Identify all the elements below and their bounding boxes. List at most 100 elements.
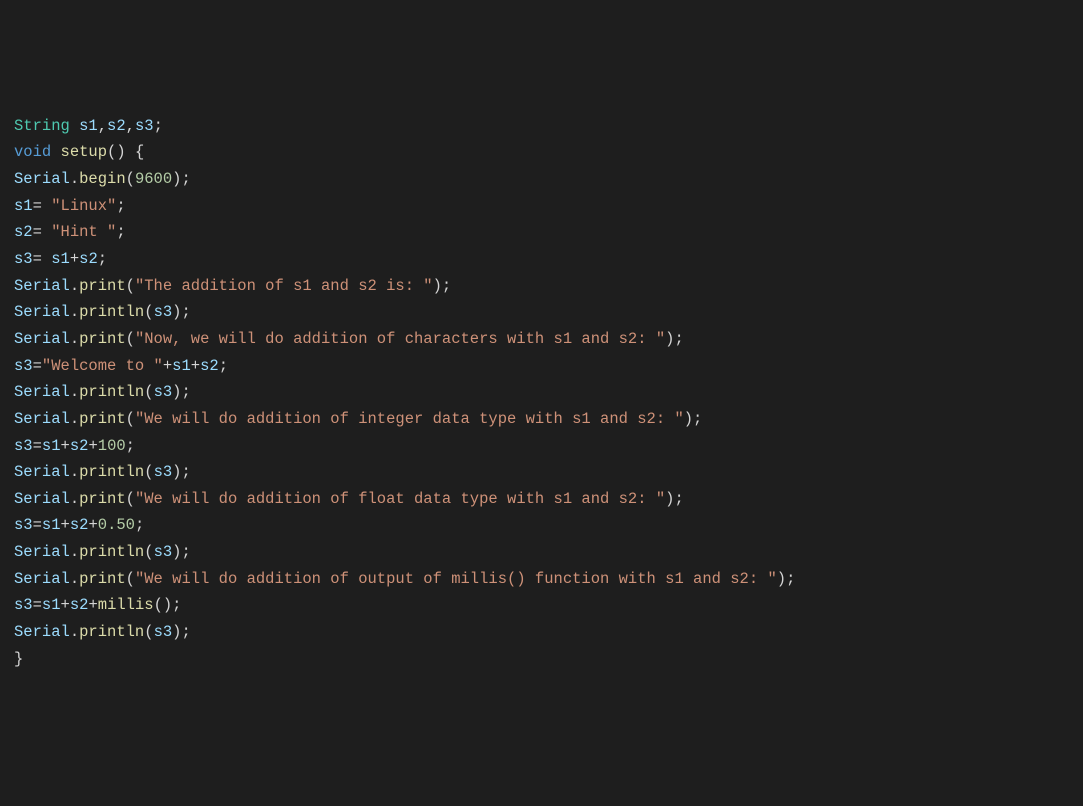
code-token: = <box>33 516 42 534</box>
code-token: void <box>14 143 51 161</box>
code-line[interactable]: } <box>14 646 1069 673</box>
code-token: println <box>79 623 144 641</box>
code-token: s1 <box>79 117 98 135</box>
code-token: . <box>70 490 79 508</box>
code-line[interactable]: Serial.print("The addition of s1 and s2 … <box>14 273 1069 300</box>
code-token: ; <box>135 516 144 534</box>
code-token: + <box>88 596 97 614</box>
code-token: s3 <box>14 250 33 268</box>
code-token: ( <box>144 623 153 641</box>
code-token: setup <box>61 143 108 161</box>
code-token: . <box>70 170 79 188</box>
code-token: ); <box>172 543 191 561</box>
code-token: ); <box>172 623 191 641</box>
code-line[interactable]: Serial.print("Now, we will do addition o… <box>14 326 1069 353</box>
code-token: s3 <box>14 357 33 375</box>
code-line[interactable]: s2= "Hint "; <box>14 219 1069 246</box>
code-line[interactable]: Serial.println(s3); <box>14 459 1069 486</box>
code-token: ( <box>126 410 135 428</box>
code-token: s3 <box>154 383 173 401</box>
code-token: Serial <box>14 570 70 588</box>
code-token: begin <box>79 170 126 188</box>
code-token: ); <box>172 170 191 188</box>
code-line[interactable]: Serial.println(s3); <box>14 299 1069 326</box>
code-token: = <box>33 596 42 614</box>
code-line[interactable]: s3=s1+s2+0.50; <box>14 512 1069 539</box>
code-token: s3 <box>14 437 33 455</box>
code-token: ; <box>98 250 107 268</box>
code-token: + <box>70 250 79 268</box>
code-token: s2 <box>70 516 89 534</box>
code-token: Serial <box>14 303 70 321</box>
code-line[interactable]: Serial.println(s3); <box>14 539 1069 566</box>
code-token: "Linux" <box>51 197 116 215</box>
code-token: s1 <box>42 596 61 614</box>
code-line[interactable]: s3="Welcome to "+s1+s2; <box>14 353 1069 380</box>
code-token: println <box>79 383 144 401</box>
code-token: Serial <box>14 490 70 508</box>
code-token: = <box>33 223 52 241</box>
code-token: ( <box>126 277 135 295</box>
code-line[interactable]: Serial.begin(9600); <box>14 166 1069 193</box>
code-line[interactable]: s3=s1+s2+millis(); <box>14 592 1069 619</box>
code-token: s2 <box>70 596 89 614</box>
code-line[interactable]: Serial.print("We will do addition of int… <box>14 406 1069 433</box>
code-token: s3 <box>135 117 154 135</box>
code-token: , <box>126 117 135 135</box>
code-token: = <box>33 250 52 268</box>
code-token: ; <box>116 223 125 241</box>
code-token: 9600 <box>135 170 172 188</box>
code-token: println <box>79 303 144 321</box>
code-token: . <box>70 570 79 588</box>
code-token: ); <box>172 383 191 401</box>
code-token: String <box>14 117 70 135</box>
code-token: . <box>70 543 79 561</box>
code-token: + <box>61 437 70 455</box>
code-line[interactable]: String s1,s2,s3; <box>14 113 1069 140</box>
code-token: 100 <box>98 437 126 455</box>
code-token: "We will do addition of output of millis… <box>135 570 777 588</box>
code-line[interactable]: void setup() { <box>14 139 1069 166</box>
code-token: s2 <box>79 250 98 268</box>
code-token: s3 <box>154 463 173 481</box>
code-token: ( <box>126 490 135 508</box>
code-token: . <box>70 463 79 481</box>
code-token: s1 <box>42 516 61 534</box>
code-editor[interactable]: String s1,s2,s3;void setup() {Serial.beg… <box>14 113 1069 673</box>
code-token: ); <box>172 463 191 481</box>
code-token: = <box>33 197 52 215</box>
code-line[interactable]: Serial.println(s3); <box>14 379 1069 406</box>
code-token <box>51 143 60 161</box>
code-token: ; <box>154 117 163 135</box>
code-token: "Hint " <box>51 223 116 241</box>
code-token: s2 <box>200 357 219 375</box>
code-token: s2 <box>14 223 33 241</box>
code-token: () { <box>107 143 144 161</box>
code-token: + <box>61 516 70 534</box>
code-token: "We will do addition of integer data typ… <box>135 410 684 428</box>
code-line[interactable]: s1= "Linux"; <box>14 193 1069 220</box>
code-token: = <box>33 357 42 375</box>
code-token: s3 <box>14 516 33 534</box>
code-token: } <box>14 650 23 668</box>
code-line[interactable]: Serial.print("We will do addition of flo… <box>14 486 1069 513</box>
code-line[interactable]: Serial.println(s3); <box>14 619 1069 646</box>
code-token: + <box>88 437 97 455</box>
code-token: . <box>70 623 79 641</box>
code-token: ( <box>144 383 153 401</box>
code-token: = <box>33 437 42 455</box>
code-token: + <box>163 357 172 375</box>
code-token: Serial <box>14 623 70 641</box>
code-token: print <box>79 277 126 295</box>
code-token: ); <box>665 330 684 348</box>
code-token: (); <box>154 596 182 614</box>
code-token: . <box>70 330 79 348</box>
code-token: ( <box>126 570 135 588</box>
code-token: print <box>79 490 126 508</box>
code-token: . <box>70 303 79 321</box>
code-token: ; <box>126 437 135 455</box>
code-token: millis <box>98 596 154 614</box>
code-line[interactable]: s3= s1+s2; <box>14 246 1069 273</box>
code-line[interactable]: s3=s1+s2+100; <box>14 433 1069 460</box>
code-token: s1 <box>172 357 191 375</box>
